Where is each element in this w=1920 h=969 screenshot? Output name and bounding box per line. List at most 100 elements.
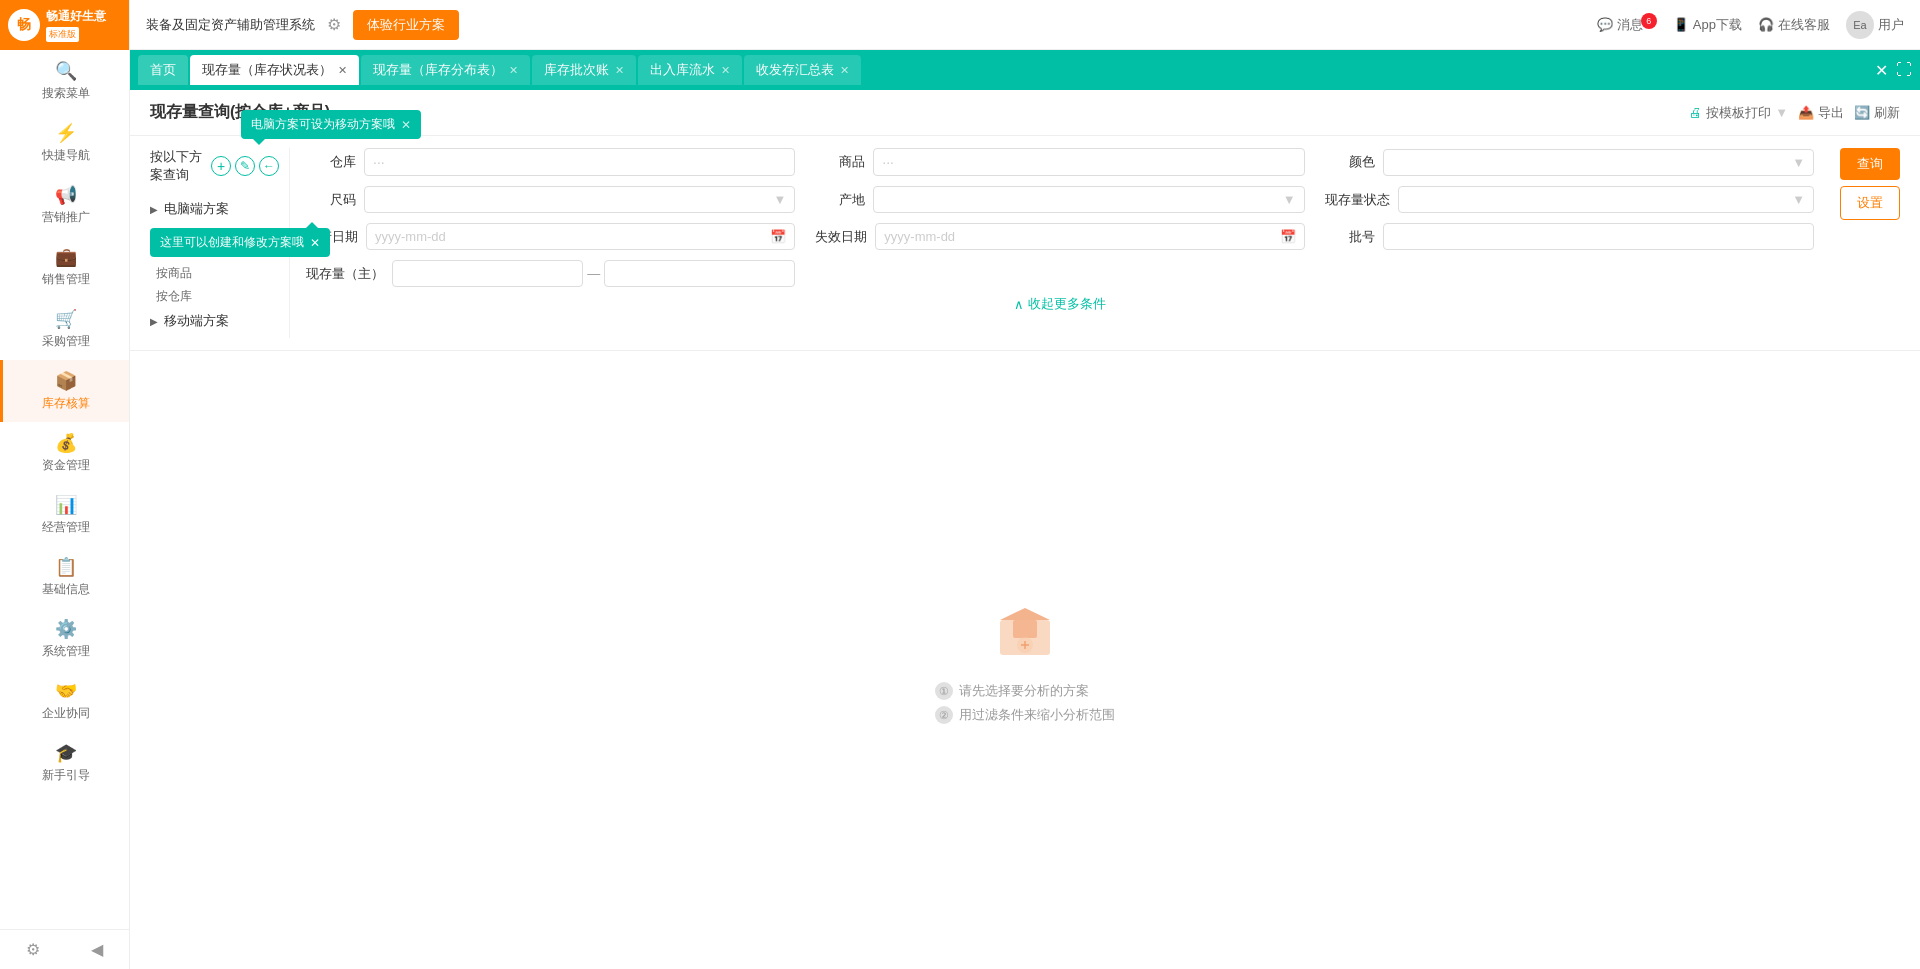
online-service-btn[interactable]: 🎧 在线客服 [1758, 16, 1830, 34]
filter-row-warehouse: 仓库 ··· [306, 148, 795, 176]
warehouse-label: 仓库 [306, 153, 356, 171]
home-tab-label: 首页 [150, 61, 176, 79]
product-select[interactable]: ··· [873, 148, 1304, 176]
tab-home[interactable]: 首页 [138, 55, 188, 85]
filter-header: 按以下方案查询 + ✎ ← 电脑方案可设为移动方案哦 ✕ [150, 148, 279, 184]
industry-plan-btn[interactable]: 体验行业方案 [353, 10, 459, 40]
prod-date-start[interactable]: yyyy-mm-dd 📅 [366, 223, 795, 250]
avatar: Ea [1846, 11, 1874, 39]
tab-recv-send[interactable]: 收发存汇总表 ✕ [744, 55, 861, 85]
filter-add-btn[interactable]: + [211, 156, 231, 176]
schema-group-mobile-header[interactable]: ▶ 移动端方案 [150, 308, 279, 334]
size-select[interactable]: ▼ [364, 186, 795, 213]
schema-group-desktop-header[interactable]: ▶ 电脑端方案 [150, 196, 279, 222]
header: 装备及固定资产辅助管理系统 ⚙ 体验行业方案 💬 消息 6 📱 App下载 🎧 … [130, 0, 1920, 50]
sales-icon: 💼 [55, 246, 77, 268]
stock-status-select[interactable]: ▼ [1398, 186, 1814, 213]
app-download-btn[interactable]: 📱 App下载 [1673, 16, 1742, 34]
color-label: 颜色 [1325, 153, 1375, 171]
sidebar-item-marketing[interactable]: 📢 营销推广 [0, 174, 129, 236]
export-icon: 📤 [1798, 105, 1814, 120]
tab-in-out-flow[interactable]: 出入库流水 ✕ [638, 55, 742, 85]
print-icon: 🖨 [1689, 105, 1702, 120]
tab-close-all-btn[interactable]: ✕ [1875, 61, 1888, 80]
tab-expand-btn[interactable]: ⛶ [1896, 61, 1912, 79]
finance-icon: 💰 [55, 432, 77, 454]
tabs-bar: 首页 现存量（库存状况表） ✕ 现存量（库存分布表） ✕ 库存批次账 ✕ 出入库… [130, 50, 1920, 90]
tab-close-stock-status[interactable]: ✕ [338, 64, 347, 77]
header-right: 💬 消息 6 📱 App下载 🎧 在线客服 Ea 用户 [1597, 11, 1904, 39]
sidebar-item-search[interactable]: 🔍 搜索菜单 [0, 50, 129, 112]
filter-row-stock-status: 现存量状态 ▼ [1325, 186, 1814, 213]
settings-footer-btn[interactable]: ⚙ [26, 940, 40, 959]
empty-state: ① 请先选择要分析的方案 ② 用过滤条件来缩小分析范围 [130, 351, 1920, 969]
tab-close-stock-batch[interactable]: ✕ [615, 64, 624, 77]
filter-row-expiry-date: 失效日期 yyyy-mm-dd 📅 [815, 223, 1304, 250]
refresh-btn[interactable]: 🔄 刷新 [1854, 104, 1900, 122]
sidebar-item-basic[interactable]: 📋 基础信息 [0, 546, 129, 608]
size-chevron: ▼ [773, 192, 786, 207]
color-select[interactable]: ▼ [1383, 149, 1814, 176]
content-actions: 🖨 按模板打印 ▼ 📤 导出 🔄 刷新 [1689, 104, 1900, 122]
header-left: 装备及固定资产辅助管理系统 ⚙ 体验行业方案 [146, 10, 459, 40]
stock-dist-label: 现存量（库存分布表） [373, 61, 503, 79]
schema-expand-icon: ▶ [150, 204, 158, 215]
sidebar-item-purchase[interactable]: 🛒 采购管理 [0, 298, 129, 360]
warehouse-dots: ··· [373, 154, 385, 170]
filter-row-origin: 产地 ▼ [815, 186, 1304, 213]
gear-icon[interactable]: ⚙ [327, 15, 341, 34]
tab-stock-status[interactable]: 现存量（库存状况表） ✕ [190, 55, 359, 85]
calendar-icon: 📅 [770, 229, 786, 244]
message-badge: 6 [1641, 13, 1657, 29]
filter-collapse-btn[interactable]: ∧ 收起更多条件 [306, 287, 1814, 321]
print-btn[interactable]: 🖨 按模板打印 ▼ [1689, 104, 1788, 122]
tab-close-recv-send[interactable]: ✕ [840, 64, 849, 77]
sidebar-item-quicknav[interactable]: ⚡ 快捷导航 [0, 112, 129, 174]
schema-item-by-product[interactable]: 按商品 [150, 262, 279, 285]
stock-amount-start[interactable] [392, 260, 583, 287]
stock-amount-end[interactable] [604, 260, 795, 287]
chevron-up-icon: ∧ [1014, 297, 1024, 312]
tab-stock-dist[interactable]: 现存量（库存分布表） ✕ [361, 55, 530, 85]
stock-amount-label: 现存量（主） [306, 265, 384, 283]
filter-arrow-btn[interactable]: ← [259, 156, 279, 176]
sidebar: 畅 畅通好生意 标准版 🔍 搜索菜单 ⚡ 快捷导航 📢 营销推广 💼 销售管理 … [0, 0, 130, 969]
sidebar-item-inventory[interactable]: 📦 库存核算 [0, 360, 129, 422]
range-separator: — [587, 266, 600, 281]
reset-btn[interactable]: 设置 [1840, 186, 1900, 220]
svg-rect-2 [1013, 620, 1037, 638]
filter-fields-area: 仓库 ··· 商品 ··· [306, 148, 1814, 321]
message-btn[interactable]: 💬 消息 6 [1597, 16, 1657, 34]
search-btn[interactable]: 查询 [1840, 148, 1900, 180]
warehouse-select[interactable]: ··· [364, 148, 795, 176]
tab-stock-batch[interactable]: 库存批次账 ✕ [532, 55, 636, 85]
refresh-icon: 🔄 [1854, 105, 1870, 120]
sidebar-footer: ⚙ ◀ [0, 929, 129, 969]
origin-chevron: ▼ [1283, 192, 1296, 207]
sidebar-item-enterprise[interactable]: 🤝 企业协同 [0, 670, 129, 732]
operations-icon: 📊 [55, 494, 77, 516]
tab-close-stock-dist[interactable]: ✕ [509, 64, 518, 77]
schema-item-by-warehouse[interactable]: 按仓库 [150, 285, 279, 308]
stock-status-label: 现存量状态 [1325, 191, 1390, 209]
collapse-sidebar-btn[interactable]: ◀ [91, 940, 103, 959]
filter-edit-btn[interactable]: ✎ [235, 156, 255, 176]
sidebar-item-operations[interactable]: 📊 经营管理 [0, 484, 129, 546]
system-icon: ⚙️ [55, 618, 77, 640]
size-label: 尺码 [306, 191, 356, 209]
filter-label: 按以下方案查询 [150, 148, 203, 184]
sidebar-item-guide[interactable]: 🎓 新手引导 [0, 732, 129, 794]
origin-select[interactable]: ▼ [873, 186, 1304, 213]
export-btn[interactable]: 📤 导出 [1798, 104, 1844, 122]
user-btn[interactable]: Ea 用户 [1846, 11, 1904, 39]
tooltip1-close[interactable]: ✕ [401, 118, 411, 132]
sidebar-item-system[interactable]: ⚙️ 系统管理 [0, 608, 129, 670]
sidebar-item-finance[interactable]: 💰 资金管理 [0, 422, 129, 484]
batch-input[interactable] [1383, 223, 1814, 250]
schema-panel: 按以下方案查询 + ✎ ← 电脑方案可设为移动方案哦 ✕ [150, 148, 290, 338]
sidebar-item-sales[interactable]: 💼 销售管理 [0, 236, 129, 298]
tooltip2-close[interactable]: ✕ [310, 236, 320, 250]
expiry-date-start[interactable]: yyyy-mm-dd 📅 [875, 223, 1304, 250]
tab-close-in-out-flow[interactable]: ✕ [721, 64, 730, 77]
main-area: 装备及固定资产辅助管理系统 ⚙ 体验行业方案 💬 消息 6 📱 App下载 🎧 … [130, 0, 1920, 969]
